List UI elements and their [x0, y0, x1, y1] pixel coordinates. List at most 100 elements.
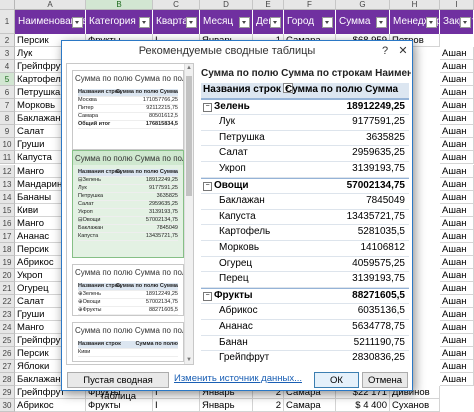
- blank-pivot-button[interactable]: Пустая сводная таблица: [67, 372, 169, 402]
- column-header-H[interactable]: H: [390, 0, 440, 10]
- table-cell[interactable]: Ашан: [440, 229, 474, 243]
- table-cell[interactable]: Ашан: [440, 47, 474, 61]
- scroll-down-icon[interactable]: ▼: [186, 357, 192, 363]
- row-header-20[interactable]: 20: [0, 268, 15, 282]
- header-cell[interactable]: Категория: [86, 10, 153, 34]
- table-cell[interactable]: Ашан: [440, 60, 474, 74]
- header-cell[interactable]: Закрыт: [440, 10, 474, 34]
- table-cell[interactable]: Ашан: [440, 203, 474, 217]
- close-button[interactable]: ✕: [396, 44, 410, 58]
- help-button[interactable]: ?: [378, 44, 392, 58]
- header-cell[interactable]: Сумма: [336, 10, 390, 34]
- row-header-12[interactable]: 12: [0, 164, 15, 178]
- row-header-13[interactable]: 13: [0, 177, 15, 191]
- row-header-7[interactable]: 7: [0, 99, 15, 113]
- row-header-22[interactable]: 22: [0, 295, 15, 308]
- recommendation-thumbnail[interactable]: Сумма по полю Сумма по полю Названия стро…: [72, 150, 184, 258]
- table-cell[interactable]: Ашан: [440, 151, 474, 165]
- table-cell[interactable]: 2: [253, 399, 284, 412]
- row-header-4[interactable]: 4: [0, 60, 15, 74]
- filter-dropdown-icon[interactable]: [72, 17, 83, 28]
- table-cell[interactable]: Ашан: [440, 177, 474, 191]
- table-cell[interactable]: Ашан: [440, 190, 474, 204]
- row-header-8[interactable]: 8: [0, 112, 15, 126]
- row-header-5[interactable]: 5: [0, 73, 15, 87]
- recommendation-thumbnail[interactable]: Сумма по полю Сумма по полю Названия стро…: [72, 264, 184, 316]
- table-cell[interactable]: Ашан: [440, 112, 474, 126]
- filter-dropdown-icon[interactable]: [460, 17, 471, 28]
- filter-dropdown-icon[interactable]: [376, 17, 387, 28]
- table-cell[interactable]: Самара: [284, 399, 336, 412]
- recommendation-thumbnail[interactable]: Сумма по полю Сумма по полю Названия стро…: [72, 70, 184, 150]
- row-header-17[interactable]: 17: [0, 229, 15, 243]
- header-cell[interactable]: Месяц: [200, 10, 253, 34]
- table-cell[interactable]: Ашан: [440, 360, 474, 374]
- table-cell[interactable]: Ашан: [440, 373, 474, 387]
- column-header-A[interactable]: A: [15, 0, 86, 10]
- table-cell[interactable]: Ашан: [440, 281, 474, 295]
- table-cell[interactable]: Ашан: [440, 99, 474, 113]
- row-header-6[interactable]: 6: [0, 86, 15, 100]
- filter-dropdown-icon[interactable]: [239, 17, 250, 28]
- row-header-3[interactable]: 3: [0, 47, 15, 61]
- column-header-F[interactable]: F: [284, 0, 336, 10]
- filter-dropdown-icon[interactable]: [270, 17, 281, 28]
- row-header-19[interactable]: 19: [0, 255, 15, 269]
- row-header-14[interactable]: 14: [0, 190, 15, 204]
- table-cell[interactable]: Ашан: [440, 321, 474, 335]
- table-cell[interactable]: Ашан: [440, 125, 474, 139]
- ok-button[interactable]: ОК: [314, 372, 359, 388]
- collapse-icon[interactable]: −: [203, 102, 212, 112]
- row-header-29[interactable]: 29: [0, 386, 15, 400]
- column-header-G[interactable]: G: [336, 0, 390, 10]
- row-header-30[interactable]: 30: [0, 399, 15, 412]
- filter-dropdown-icon[interactable]: [139, 17, 150, 28]
- row-header-9[interactable]: 9: [0, 125, 15, 139]
- row-header-2[interactable]: 2: [0, 34, 15, 47]
- table-cell[interactable]: I: [153, 399, 200, 412]
- row-header-16[interactable]: 16: [0, 216, 15, 230]
- table-cell[interactable]: Ашан: [440, 268, 474, 282]
- table-cell[interactable]: Ашан: [440, 308, 474, 322]
- table-cell[interactable]: Январь: [200, 399, 253, 412]
- filter-dropdown-icon[interactable]: [186, 17, 197, 28]
- recommendations-scrollbar[interactable]: ▲ ▼: [184, 64, 193, 364]
- header-cell[interactable]: Квартал: [153, 10, 200, 34]
- table-cell[interactable]: Ашан: [440, 164, 474, 178]
- row-header-26[interactable]: 26: [0, 347, 15, 361]
- change-source-link[interactable]: Изменить источник данных...: [174, 373, 302, 384]
- table-cell[interactable]: Суханов: [390, 399, 440, 412]
- row-header-27[interactable]: 27: [0, 360, 15, 374]
- row-header-25[interactable]: 25: [0, 334, 15, 348]
- scroll-thumb[interactable]: [186, 76, 192, 196]
- header-cell[interactable]: Наименование: [15, 10, 86, 34]
- row-header-10[interactable]: 10: [0, 138, 15, 152]
- table-cell[interactable]: Ашан: [440, 334, 474, 348]
- table-cell[interactable]: Абрикос: [15, 399, 86, 412]
- table-cell[interactable]: Ашан: [440, 216, 474, 230]
- scroll-up-icon[interactable]: ▲: [186, 65, 192, 71]
- row-header-28[interactable]: 28: [0, 373, 15, 387]
- table-cell[interactable]: Ашан: [440, 255, 474, 269]
- collapse-icon[interactable]: −: [203, 291, 212, 301]
- row-header-23[interactable]: 23: [0, 308, 15, 322]
- recommendations-list[interactable]: ▲ ▼ Сумма по полю Сумма по полю Названия …: [66, 63, 194, 365]
- header-cell[interactable]: Город: [284, 10, 336, 34]
- header-cell[interactable]: День: [253, 10, 284, 34]
- recommendation-thumbnail[interactable]: Сумма по полю Сумма по полю Названия стро…: [72, 322, 184, 362]
- table-cell[interactable]: Ашан: [440, 347, 474, 361]
- table-cell[interactable]: Ашан: [440, 73, 474, 87]
- table-cell[interactable]: Ашан: [440, 242, 474, 256]
- row-header-24[interactable]: 24: [0, 321, 15, 335]
- row-header-18[interactable]: 18: [0, 242, 15, 256]
- row-header-21[interactable]: 21: [0, 281, 15, 295]
- column-header-I[interactable]: I: [440, 0, 474, 10]
- column-header-E[interactable]: E: [253, 0, 284, 10]
- column-header-C[interactable]: C: [153, 0, 200, 10]
- column-header-D[interactable]: D: [200, 0, 253, 10]
- filter-dropdown-icon[interactable]: [426, 17, 437, 28]
- table-cell[interactable]: Ашан: [440, 86, 474, 100]
- table-cell[interactable]: Ашан: [440, 295, 474, 308]
- collapse-icon[interactable]: −: [203, 181, 212, 191]
- table-cell[interactable]: $ 4 400: [336, 399, 390, 412]
